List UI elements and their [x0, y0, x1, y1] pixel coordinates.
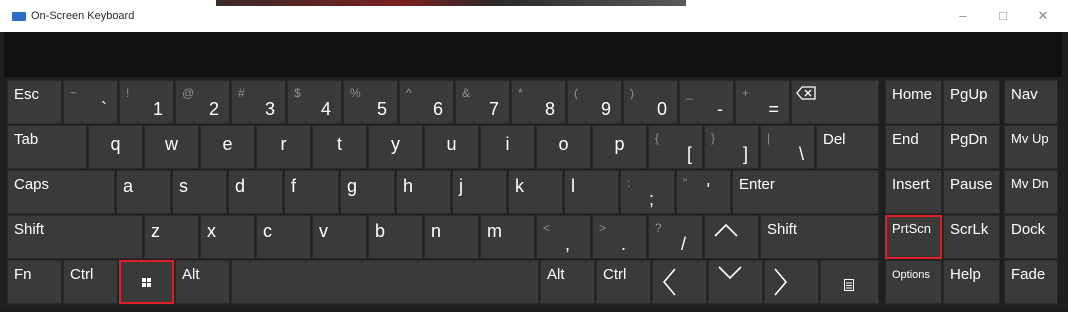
key-j[interactable]: j: [452, 170, 507, 214]
key-menu[interactable]: [820, 260, 879, 304]
key-2[interactable]: @2: [175, 80, 230, 124]
down-arrow-icon: [718, 266, 742, 280]
key-a[interactable]: a: [116, 170, 171, 214]
key-n[interactable]: n: [424, 215, 479, 259]
key-right-arrow[interactable]: [764, 260, 819, 304]
key-k[interactable]: k: [508, 170, 563, 214]
key-insert[interactable]: Insert: [885, 170, 942, 214]
key-comma[interactable]: <,: [536, 215, 591, 259]
key-alt-right[interactable]: Alt: [540, 260, 595, 304]
key-m[interactable]: m: [480, 215, 535, 259]
window-title: On-Screen Keyboard: [31, 10, 135, 22]
right-arrow-icon: [774, 268, 788, 296]
keyboard-top-strip: [4, 32, 1062, 77]
key-tab[interactable]: Tab: [7, 125, 87, 169]
key-o[interactable]: o: [536, 125, 591, 169]
background-banner: [216, 0, 686, 6]
key-backtick[interactable]: ~ `: [63, 80, 118, 124]
key-options[interactable]: Options: [885, 260, 942, 304]
key-ctrl-right[interactable]: Ctrl: [596, 260, 651, 304]
key-0[interactable]: ) 0: [623, 80, 678, 124]
key-ctrl-left[interactable]: Ctrl: [63, 260, 118, 304]
key-d[interactable]: d: [228, 170, 283, 214]
backspace-icon: [796, 86, 816, 100]
key-f[interactable]: f: [284, 170, 339, 214]
key-4[interactable]: $4: [287, 80, 342, 124]
key-pause[interactable]: Pause: [943, 170, 1000, 214]
key-equals[interactable]: + =: [735, 80, 790, 124]
key-g[interactable]: g: [340, 170, 395, 214]
windows-logo-icon: [142, 278, 152, 288]
key-enter[interactable]: Enter: [732, 170, 879, 214]
key-del[interactable]: Del: [816, 125, 879, 169]
key-v[interactable]: v: [312, 215, 367, 259]
key-5[interactable]: % 5: [343, 80, 398, 124]
key-3[interactable]: #3: [231, 80, 286, 124]
key-slash[interactable]: ? /: [648, 215, 703, 259]
key-caps[interactable]: Caps: [7, 170, 115, 214]
title-bar: On-Screen Keyboard – □ ✕: [0, 0, 1068, 32]
close-button[interactable]: ✕: [1028, 6, 1058, 26]
key-q[interactable]: q: [88, 125, 143, 169]
key-move-up[interactable]: Mv Up: [1004, 125, 1058, 169]
key-i[interactable]: i: [480, 125, 535, 169]
key-up-arrow[interactable]: [704, 215, 759, 259]
key-p[interactable]: p: [592, 125, 647, 169]
key-shift-left[interactable]: Shift: [7, 215, 143, 259]
key-backspace[interactable]: [791, 80, 879, 124]
key-c[interactable]: c: [256, 215, 311, 259]
key-u[interactable]: u: [424, 125, 479, 169]
key-y[interactable]: y: [368, 125, 423, 169]
key-b[interactable]: b: [368, 215, 423, 259]
key-alt-left[interactable]: Alt: [175, 260, 230, 304]
key-h[interactable]: h: [396, 170, 451, 214]
key-left-arrow[interactable]: [652, 260, 707, 304]
left-arrow-icon: [662, 268, 676, 296]
key-t[interactable]: t: [312, 125, 367, 169]
key-dock[interactable]: Dock: [1004, 215, 1058, 259]
key-semicolon[interactable]: :;: [620, 170, 675, 214]
key-9[interactable]: (9: [567, 80, 622, 124]
context-menu-icon: [844, 279, 854, 291]
key-1[interactable]: ! 1: [119, 80, 174, 124]
key-quote[interactable]: " ': [676, 170, 731, 214]
key-l[interactable]: l: [564, 170, 619, 214]
keyboard-icon: [12, 12, 26, 21]
key-e[interactable]: e: [200, 125, 255, 169]
key-w[interactable]: w: [144, 125, 199, 169]
key-windows[interactable]: [119, 260, 174, 304]
up-arrow-icon: [714, 223, 738, 237]
key-s[interactable]: s: [172, 170, 227, 214]
key-6[interactable]: ^ 6: [399, 80, 454, 124]
key-prtscn[interactable]: PrtScn: [885, 215, 942, 259]
key-space[interactable]: [231, 260, 539, 304]
key-scrlk[interactable]: ScrLk: [943, 215, 1000, 259]
on-screen-keyboard-window: On-Screen Keyboard – □ ✕ Esc ~ ` ! 1 @2 #3…: [0, 0, 1068, 308]
key-8[interactable]: * 8: [511, 80, 566, 124]
key-esc[interactable]: Esc: [7, 80, 62, 124]
key-fn[interactable]: Fn: [7, 260, 62, 304]
maximize-button[interactable]: □: [988, 6, 1018, 26]
key-nav[interactable]: Nav: [1004, 80, 1058, 124]
key-home[interactable]: Home: [885, 80, 942, 124]
key-right-bracket[interactable]: }]: [704, 125, 759, 169]
key-z[interactable]: z: [144, 215, 199, 259]
key-left-bracket[interactable]: {[: [648, 125, 703, 169]
key-backslash[interactable]: | \: [760, 125, 815, 169]
key-shift-right[interactable]: Shift: [760, 215, 879, 259]
key-move-down[interactable]: Mv Dn: [1004, 170, 1058, 214]
key-x[interactable]: x: [200, 215, 255, 259]
key-down-arrow[interactable]: [708, 260, 763, 304]
key-help[interactable]: Help: [943, 260, 1000, 304]
key-minus[interactable]: _ -: [679, 80, 734, 124]
key-period[interactable]: >.: [592, 215, 647, 259]
key-7[interactable]: & 7: [455, 80, 510, 124]
key-r[interactable]: r: [256, 125, 311, 169]
key-fade[interactable]: Fade: [1004, 260, 1058, 304]
minimize-button[interactable]: –: [948, 6, 978, 26]
key-end[interactable]: End: [885, 125, 942, 169]
key-pgup[interactable]: PgUp: [943, 80, 1000, 124]
key-pgdn[interactable]: PgDn: [943, 125, 1000, 169]
